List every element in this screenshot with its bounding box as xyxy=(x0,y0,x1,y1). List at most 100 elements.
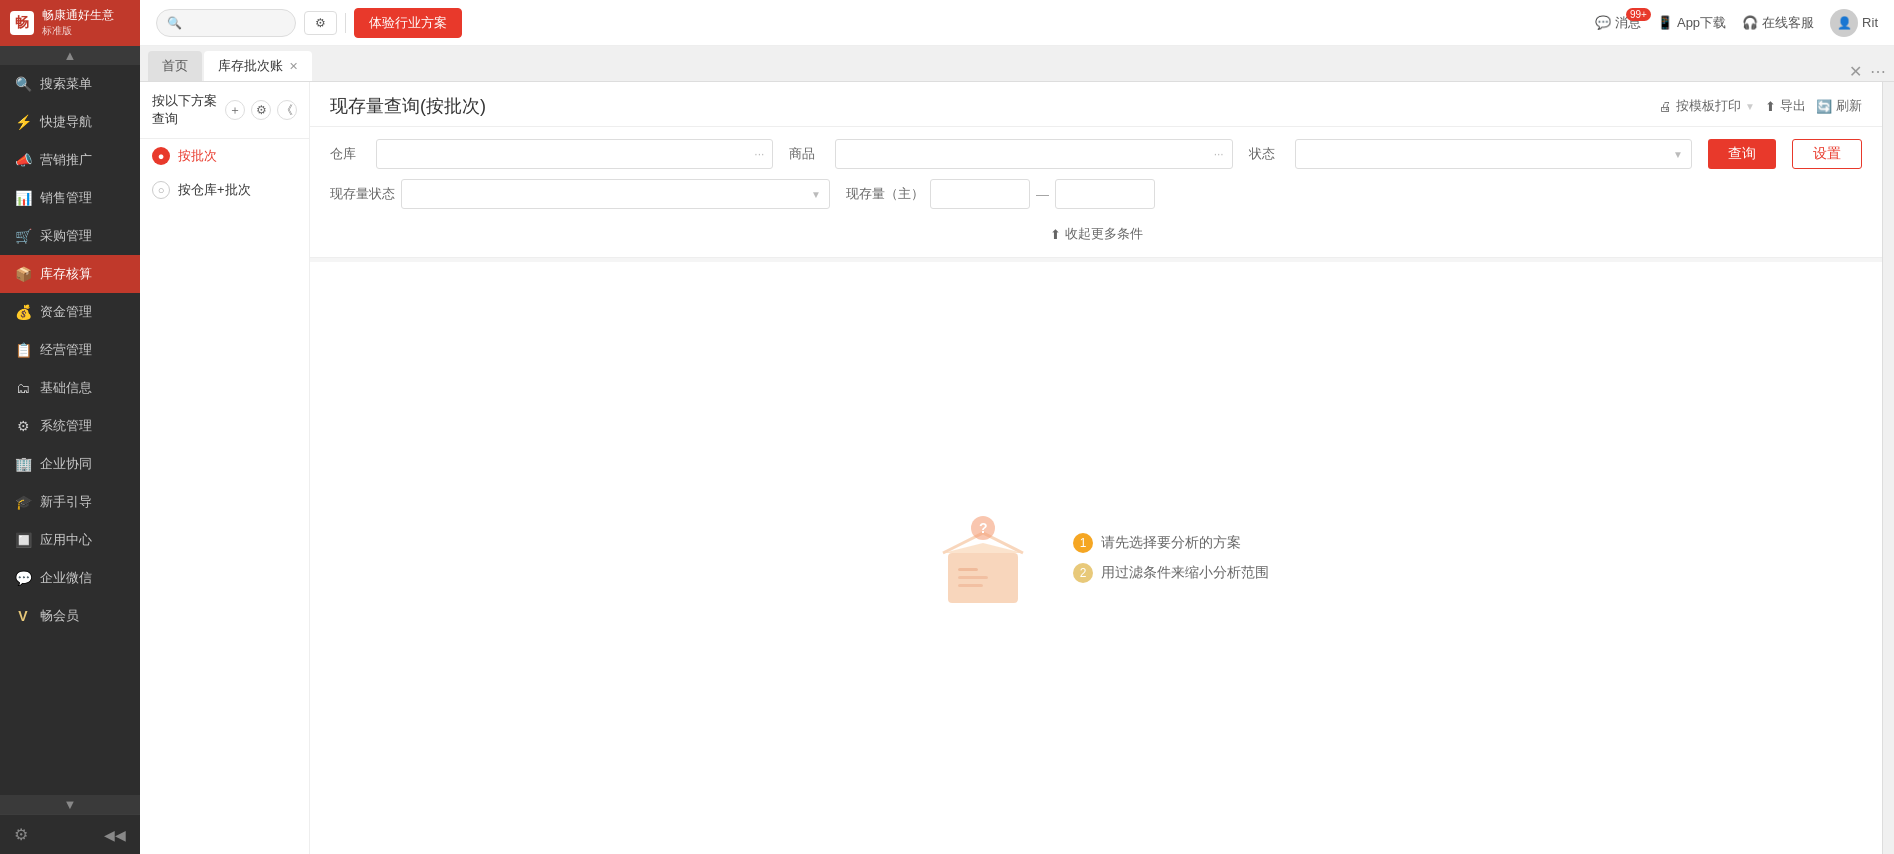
main-area: 🔍 ⚙ 体验行业方案 💬 消息 99+ 📱 App下载 🎧 在线客服 xyxy=(140,0,1894,854)
status-field: 状态 ▼ xyxy=(1249,139,1692,169)
user-avatar: 👤 xyxy=(1830,9,1858,37)
product-dots: ··· xyxy=(1214,147,1224,161)
filter-item-by-batch[interactable]: ● 按批次 xyxy=(140,139,309,173)
sidebar-item-operations[interactable]: 📋 经营管理 xyxy=(0,331,140,369)
inventory-status-label: 现存量状态 xyxy=(330,185,395,203)
sales-icon: 📊 xyxy=(14,189,32,207)
sidebar-item-marketing[interactable]: 📣 营销推广 xyxy=(0,141,140,179)
query-btn[interactable]: 查询 xyxy=(1708,139,1776,169)
product-input[interactable]: ··· xyxy=(835,139,1232,169)
export-btn[interactable]: ⬆ 导出 xyxy=(1765,97,1806,115)
settings-scheme-btn[interactable]: ⚙ xyxy=(251,100,271,120)
filter-item-by-warehouse-batch[interactable]: ○ 按仓库+批次 xyxy=(140,173,309,207)
app-center-icon: 🔲 xyxy=(14,531,32,549)
sidebar-item-inventory[interactable]: 📦 库存核算 xyxy=(0,255,140,293)
sidebar-item-purchase[interactable]: 🛒 采购管理 xyxy=(0,217,140,255)
right-scrollbar[interactable] xyxy=(1882,82,1894,854)
sidebar-scroll-down[interactable]: ▼ xyxy=(0,795,140,814)
sidebar-footer: ⚙ ◀◀ xyxy=(0,814,140,854)
settings-icon[interactable]: ⚙ xyxy=(14,825,28,844)
panel-close-icon[interactable]: ✕ xyxy=(1841,62,1870,81)
online-service-btn[interactable]: 🎧 在线客服 xyxy=(1742,14,1814,32)
refresh-btn[interactable]: 🔄 刷新 xyxy=(1816,97,1862,115)
print-template-btn[interactable]: 🖨 按模板打印 ▼ xyxy=(1659,97,1755,115)
sidebar-item-newbie-label: 新手引导 xyxy=(40,493,92,511)
message-icon: 💬 xyxy=(1595,15,1611,30)
setup-btn[interactable]: 设置 xyxy=(1792,139,1862,169)
topbar-right: 💬 消息 99+ 📱 App下载 🎧 在线客服 👤 Rit xyxy=(1595,9,1878,37)
company-name: 畅康通好生意 xyxy=(42,8,114,24)
tip-num-1: 1 xyxy=(1073,533,1093,553)
sidebar-item-basics[interactable]: 🗂 基础信息 xyxy=(0,369,140,407)
panel-expand-icon[interactable]: ⋯ xyxy=(1870,62,1886,81)
refresh-icon: 🔄 xyxy=(1816,99,1832,114)
sidebar-item-finance-label: 资金管理 xyxy=(40,303,92,321)
sidebar-item-app-center-label: 应用中心 xyxy=(40,531,92,549)
collapse-filter-btn[interactable]: 《 xyxy=(277,100,297,120)
query-form: 仓库 ··· 商品 ··· 状态 xyxy=(310,127,1882,258)
add-scheme-btn[interactable]: ＋ xyxy=(225,100,245,120)
sidebar-item-app-center[interactable]: 🔲 应用中心 xyxy=(0,521,140,559)
topbar-search-icon: 🔍 xyxy=(167,16,182,30)
topbar-search-box[interactable]: 🔍 xyxy=(156,9,296,37)
topbar-left: 🔍 ⚙ 体验行业方案 xyxy=(156,8,1585,38)
search-icon: 🔍 xyxy=(14,75,32,93)
tab-close-icon[interactable]: ✕ xyxy=(289,60,298,73)
sidebar-item-search[interactable]: 🔍 搜索菜单 xyxy=(0,65,140,103)
empty-state: ? 1 请先选择要分析的方案 2 用过滤条件来缩小分析范围 xyxy=(310,262,1882,854)
inventory-status-select[interactable]: ▼ xyxy=(401,179,830,209)
sidebar-header: 畅 畅康通好生意 标准版 xyxy=(0,0,140,46)
app-download-btn[interactable]: 📱 App下载 xyxy=(1657,14,1726,32)
sidebar-item-marketing-label: 营销推广 xyxy=(40,151,92,169)
product-label: 商品 xyxy=(789,145,829,163)
print-dropdown-icon[interactable]: ▼ xyxy=(1745,101,1755,112)
wechat-icon: 💬 xyxy=(14,569,32,587)
refresh-label: 刷新 xyxy=(1836,97,1862,115)
sidebar-scroll-up[interactable]: ▲ xyxy=(0,46,140,65)
topbar-settings-btn[interactable]: ⚙ xyxy=(304,11,337,35)
messages-btn[interactable]: 💬 消息 99+ xyxy=(1595,14,1641,32)
collapse-sidebar-btn[interactable]: ◀◀ xyxy=(104,827,126,843)
collapse-more-label: 收起更多条件 xyxy=(1065,225,1143,243)
filter-panel-actions: ＋ ⚙ 《 xyxy=(225,100,297,120)
collapse-more-btn[interactable]: ⬆ 收起更多条件 xyxy=(330,219,1862,245)
tab-panel-close: ✕ ⋯ xyxy=(1841,62,1886,81)
sidebar-item-vip[interactable]: V 畅会员 xyxy=(0,597,140,635)
sidebar-item-wechat[interactable]: 💬 企业微信 xyxy=(0,559,140,597)
purchase-icon: 🛒 xyxy=(14,227,32,245)
filter-item-by-warehouse-batch-label: 按仓库+批次 xyxy=(178,181,251,199)
sidebar-item-finance[interactable]: 💰 资金管理 xyxy=(0,293,140,331)
newbie-icon: 🎓 xyxy=(14,493,32,511)
sidebar-item-enterprise[interactable]: 🏢 企业协同 xyxy=(0,445,140,483)
filter-item-by-batch-label: 按批次 xyxy=(178,147,217,165)
range-separator: — xyxy=(1036,187,1049,202)
sidebar-item-sales[interactable]: 📊 销售管理 xyxy=(0,179,140,217)
company-info: 畅康通好生意 标准版 xyxy=(42,8,114,38)
tab-home[interactable]: 首页 xyxy=(148,51,202,81)
svg-rect-3 xyxy=(958,568,978,571)
gear-icon: ⚙ xyxy=(315,16,326,30)
sidebar-item-newbie[interactable]: 🎓 新手引导 xyxy=(0,483,140,521)
sidebar-item-quick-nav[interactable]: ⚡ 快捷导航 xyxy=(0,103,140,141)
filter-panel-header: 按以下方案查询 ＋ ⚙ 《 xyxy=(140,82,309,139)
filter-panel-title: 按以下方案查询 xyxy=(152,92,225,128)
warehouse-input[interactable]: ··· xyxy=(376,139,773,169)
printer-icon: 🖨 xyxy=(1659,99,1672,114)
sidebar-item-quick-nav-label: 快捷导航 xyxy=(40,113,92,131)
form-row-2: 现存量状态 ▼ 现存量（主） — xyxy=(330,179,1862,209)
sidebar-item-vip-label: 畅会员 xyxy=(40,607,79,625)
user-avatar-btn[interactable]: 👤 Rit xyxy=(1830,9,1878,37)
qty-range-to[interactable] xyxy=(1055,179,1155,209)
tab-home-label: 首页 xyxy=(162,57,188,75)
sidebar-item-system[interactable]: ⚙ 系统管理 xyxy=(0,407,140,445)
page-header: 现存量查询(按批次) 🖨 按模板打印 ▼ ⬆ 导出 🔄 刷新 xyxy=(310,82,1882,127)
tab-inventory-batch-label: 库存批次账 xyxy=(218,57,283,75)
operations-icon: 📋 xyxy=(14,341,32,359)
status-select[interactable]: ▼ xyxy=(1295,139,1692,169)
page-title: 现存量查询(按批次) xyxy=(330,94,486,118)
main-panel: 现存量查询(按批次) 🖨 按模板打印 ▼ ⬆ 导出 🔄 刷新 xyxy=(310,82,1882,854)
qty-range-from[interactable] xyxy=(930,179,1030,209)
experience-btn[interactable]: 体验行业方案 xyxy=(354,8,462,38)
sidebar-item-wechat-label: 企业微信 xyxy=(40,569,92,587)
tab-inventory-batch[interactable]: 库存批次账 ✕ xyxy=(204,51,312,81)
